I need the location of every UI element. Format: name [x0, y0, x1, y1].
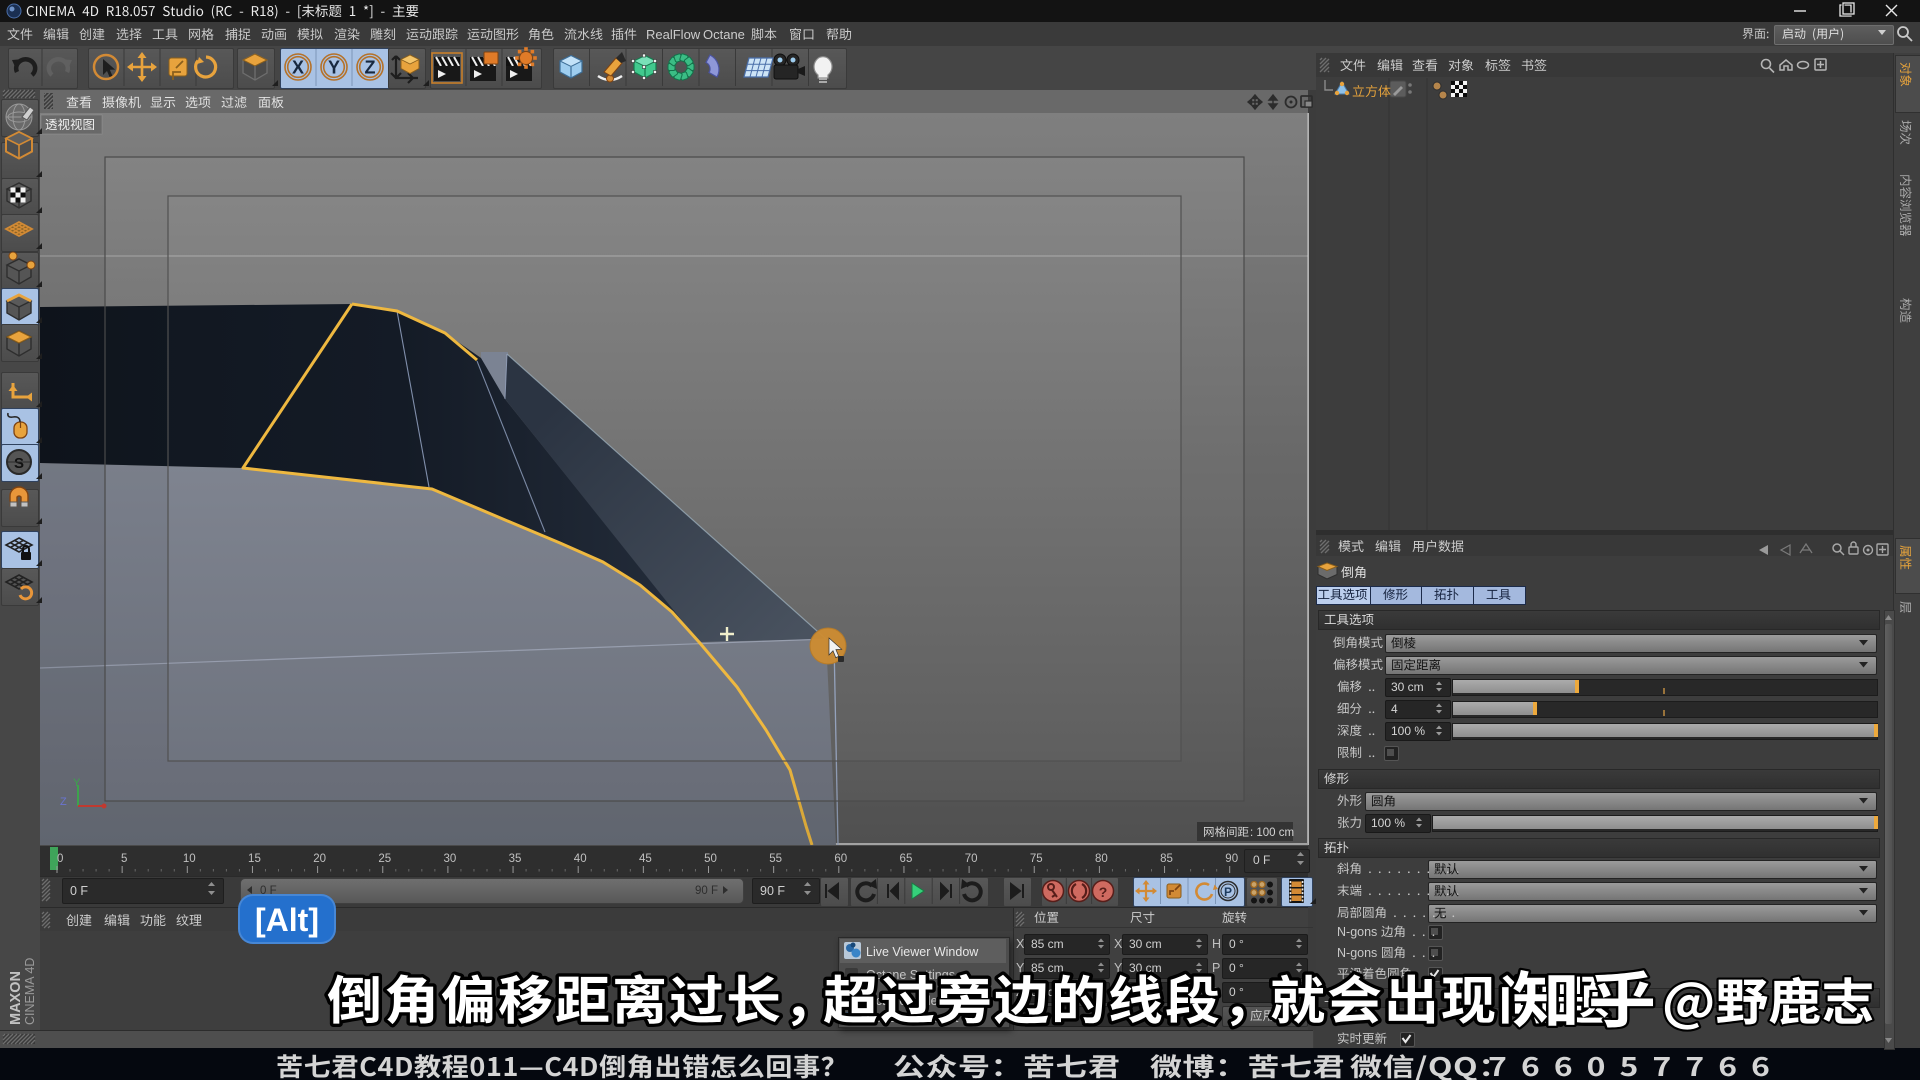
svg-text:S: S: [14, 455, 24, 472]
svg-text:RealFlow: RealFlow: [646, 27, 701, 42]
svg-text:: 100 cm: : 100 cm: [1250, 827, 1294, 839]
svg-text:90 F: 90 F: [760, 884, 785, 898]
svg-text:40: 40: [574, 853, 587, 865]
svg-text:90 F: 90 F: [695, 885, 718, 897]
svg-text:0 F: 0 F: [260, 885, 277, 897]
svg-text:25: 25: [378, 853, 391, 865]
svg-text:P: P: [1212, 961, 1220, 975]
svg-text:65: 65: [900, 853, 913, 865]
svg-text:X: X: [1016, 937, 1025, 951]
svg-text:0: 0: [57, 853, 63, 865]
svg-text:[Alt]: [Alt]: [255, 902, 319, 938]
svg-text:0 °: 0 °: [1229, 961, 1244, 975]
svg-text:N-gons: N-gons: [1337, 925, 1377, 939]
svg-text:30 cm: 30 cm: [1391, 680, 1424, 694]
svg-text:MAXON: MAXON: [8, 971, 24, 1025]
svg-text:X: X: [1114, 937, 1123, 951]
svg-text:X: X: [292, 58, 304, 78]
svg-text:N-gons: N-gons: [1337, 946, 1377, 960]
svg-text:Z: Z: [365, 58, 376, 78]
svg-text:85 cm: 85 cm: [1031, 961, 1064, 975]
svg-text:85: 85: [1160, 853, 1173, 865]
svg-text:100 %: 100 %: [1391, 724, 1425, 738]
svg-text:Live Viewer Window: Live Viewer Window: [866, 945, 979, 959]
svg-text:45: 45: [639, 853, 652, 865]
svg-text:60: 60: [834, 853, 847, 865]
svg-text:Z: Z: [60, 796, 67, 808]
svg-text:15: 15: [248, 853, 261, 865]
svg-text:100 %: 100 %: [1371, 816, 1405, 830]
svg-text:0 °: 0 °: [1229, 937, 1244, 951]
svg-text:4: 4: [1391, 702, 1398, 716]
svg-text:35: 35: [509, 853, 522, 865]
svg-text:Y: Y: [73, 777, 81, 789]
svg-text:Y: Y: [328, 58, 340, 78]
svg-text:85 cm: 85 cm: [1031, 937, 1064, 951]
svg-text:5: 5: [121, 853, 127, 865]
svg-text:Octane: Octane: [703, 27, 745, 42]
svg-text:10: 10: [183, 853, 196, 865]
svg-text:0 °: 0 °: [1229, 985, 1244, 999]
svg-text:70: 70: [965, 853, 978, 865]
svg-text:CINEMA 4D: CINEMA 4D: [23, 958, 37, 1025]
svg-text:P: P: [1224, 885, 1232, 899]
svg-text:30 cm: 30 cm: [1129, 937, 1162, 951]
svg-text:55: 55: [769, 853, 782, 865]
svg-text:0 F: 0 F: [70, 884, 88, 898]
svg-text:90: 90: [1225, 853, 1238, 865]
svg-text:75: 75: [1030, 853, 1043, 865]
svg-text:H: H: [1212, 937, 1221, 951]
svg-text:20: 20: [313, 853, 326, 865]
svg-text:50: 50: [704, 853, 717, 865]
svg-text:0 F: 0 F: [1253, 853, 1270, 867]
svg-text:?: ?: [1099, 884, 1108, 900]
svg-text:80: 80: [1095, 853, 1108, 865]
svg-text:30: 30: [444, 853, 457, 865]
